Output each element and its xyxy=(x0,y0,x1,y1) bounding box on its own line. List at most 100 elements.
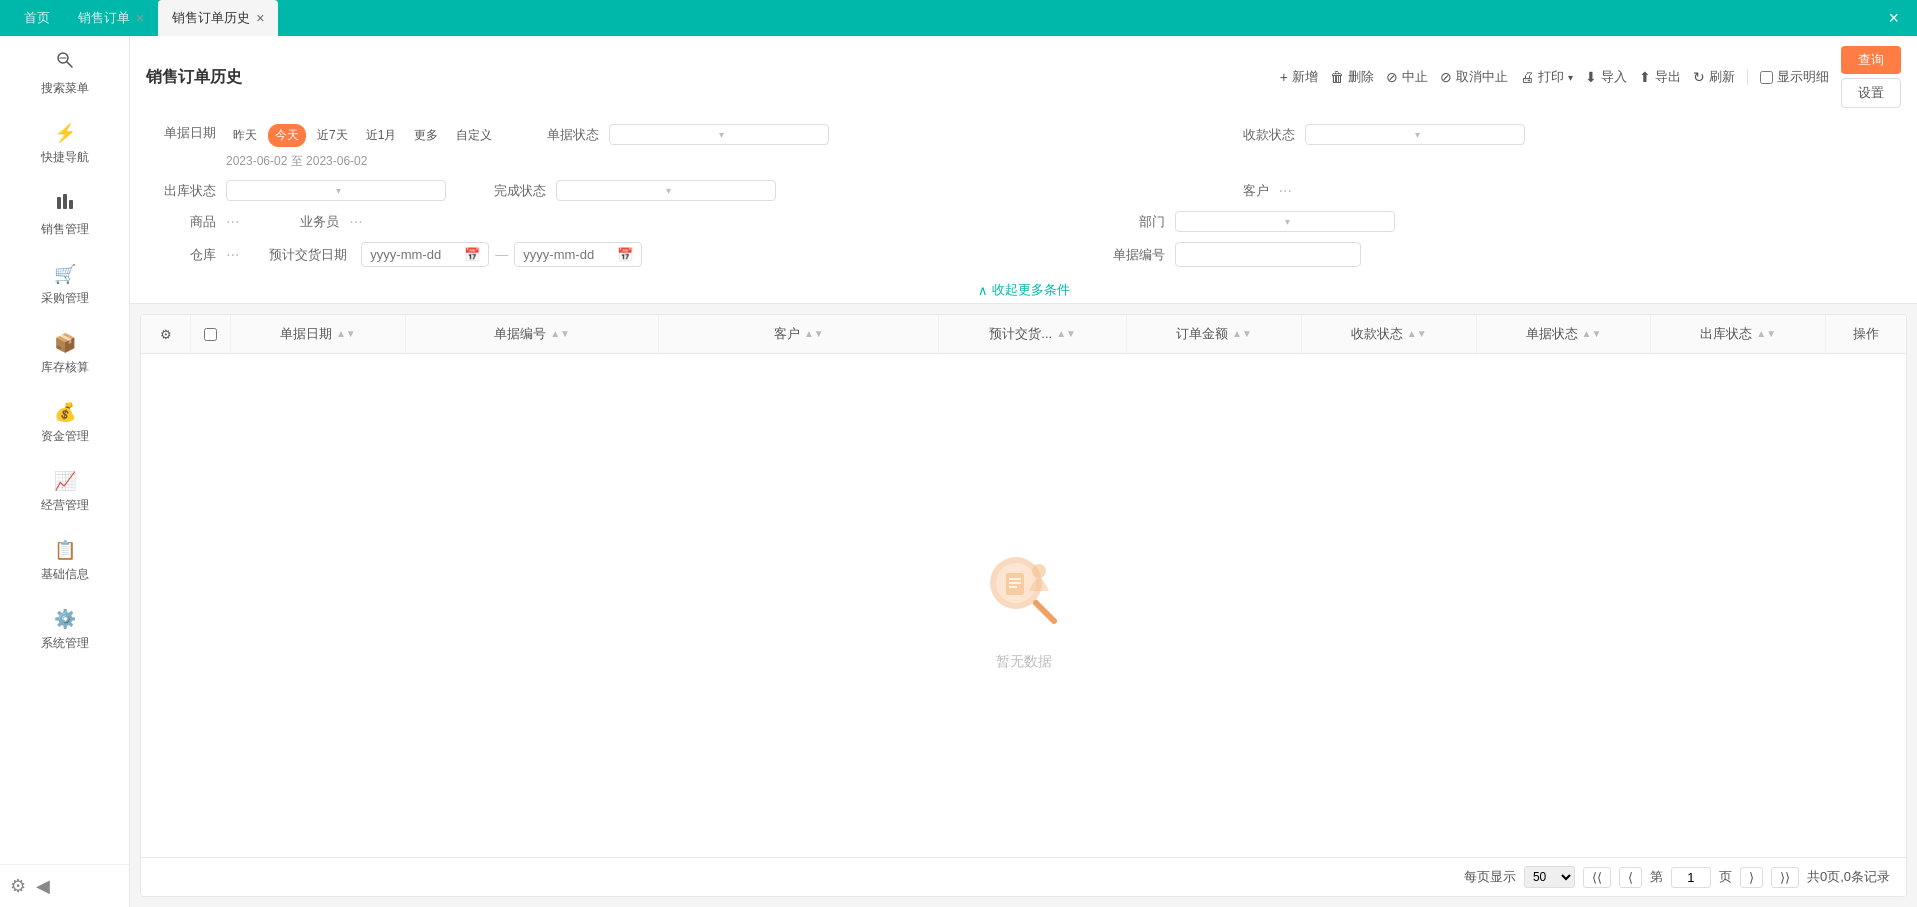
salesperson-label: 业务员 xyxy=(269,213,349,231)
bill-status-label: 单据状态 xyxy=(529,126,609,144)
customer-label: 客户 xyxy=(1199,182,1279,200)
sidebar-item-basic-info-label: 基础信息 xyxy=(41,566,89,583)
page-number-input[interactable] xyxy=(1671,867,1711,888)
tab-sales-order-close[interactable]: × xyxy=(136,10,144,26)
print-icon: 🖨 xyxy=(1520,69,1534,85)
th-pay-status[interactable]: 收款状态 ▲▼ xyxy=(1302,315,1477,353)
sidebar-item-inventory-label: 库存核算 xyxy=(41,359,89,376)
stop-btn[interactable]: ⊘ 中止 xyxy=(1386,68,1428,86)
date-separator: — xyxy=(495,247,508,262)
sidebar-collapse-icon[interactable]: ◀ xyxy=(36,875,50,897)
customer-picker[interactable]: ··· xyxy=(1279,182,1292,200)
th-amount[interactable]: 订单金额 ▲▼ xyxy=(1127,315,1302,353)
per-page-select[interactable]: 50 10 20 100 xyxy=(1524,866,1575,888)
sidebar-item-basic-info[interactable]: 📋 基础信息 xyxy=(0,525,129,594)
stop-icon: ⊘ xyxy=(1386,69,1398,85)
delivery-date-to-wrap[interactable]: 📅 xyxy=(514,242,642,267)
select-all-checkbox[interactable] xyxy=(204,328,217,341)
th-customer[interactable]: 客户 ▲▼ xyxy=(659,315,939,353)
cancel-stop-icon: ⊘ xyxy=(1440,69,1452,85)
warehouse-label: 仓库 xyxy=(146,246,226,264)
th-bill-status[interactable]: 单据状态 ▲▼ xyxy=(1477,315,1652,353)
search-menu-icon xyxy=(55,50,75,75)
date-btn-yesterday[interactable]: 昨天 xyxy=(226,124,264,147)
bill-status-select[interactable]: ▾ xyxy=(609,124,829,145)
bill-status-arrow-icon: ▾ xyxy=(719,129,820,140)
cancel-stop-btn[interactable]: ⊘ 取消中止 xyxy=(1440,68,1508,86)
export-btn[interactable]: ⬆ 导出 xyxy=(1639,68,1681,86)
out-status-arrow-icon: ▾ xyxy=(336,185,437,196)
th-date-label: 单据日期 xyxy=(280,325,332,343)
tab-sales-order[interactable]: 销售订单 × xyxy=(64,0,158,36)
page-title-row: 销售订单历史 + 新增 🗑 删除 ⊘ 中止 ⊘ xyxy=(146,46,1901,116)
display-detail-input[interactable] xyxy=(1760,71,1773,84)
purchase-mgmt-icon: 🛒 xyxy=(54,263,76,285)
empty-text: 暂无数据 xyxy=(996,653,1052,671)
sidebar-settings-icon[interactable]: ⚙ xyxy=(10,875,26,897)
import-icon: ⬇ xyxy=(1585,69,1597,85)
out-status-label: 出库状态 xyxy=(146,182,226,200)
svg-rect-3 xyxy=(57,197,61,209)
sidebar-item-search-menu[interactable]: 搜索菜单 xyxy=(0,36,129,108)
sidebar-item-system-mgmt[interactable]: ⚙️ 系统管理 xyxy=(0,594,129,663)
first-page-btn[interactable]: ⟨⟨ xyxy=(1583,867,1611,888)
sidebar-item-inventory[interactable]: 📦 库存核算 xyxy=(0,318,129,387)
display-detail-checkbox[interactable]: 显示明细 xyxy=(1760,68,1829,86)
delete-btn[interactable]: 🗑 删除 xyxy=(1330,68,1374,86)
refresh-btn[interactable]: ↻ 刷新 xyxy=(1693,68,1735,86)
th-check[interactable] xyxy=(191,315,231,353)
new-btn[interactable]: + 新增 xyxy=(1280,68,1318,86)
date-btn-today[interactable]: 今天 xyxy=(268,124,306,147)
sidebar-item-sales-mgmt[interactable]: 销售管理 xyxy=(0,177,129,249)
out-status-select[interactable]: ▾ xyxy=(226,180,446,201)
th-out-status[interactable]: 出库状态 ▲▼ xyxy=(1651,315,1826,353)
product-picker[interactable]: ··· xyxy=(226,213,239,231)
settings-btn[interactable]: 设置 xyxy=(1841,78,1901,108)
next-page-btn[interactable]: ⟩ xyxy=(1740,867,1763,888)
export-icon: ⬆ xyxy=(1639,69,1651,85)
filter-row-4: 仓库 ··· 预计交货日期 📅 — 📅 xyxy=(146,242,1901,267)
date-btn-1month[interactable]: 近1月 xyxy=(359,124,404,147)
print-btn[interactable]: 🖨 打印 ▾ xyxy=(1520,68,1573,86)
query-btn[interactable]: 查询 xyxy=(1841,46,1901,74)
sidebar-item-finance[interactable]: 💰 资金管理 xyxy=(0,387,129,456)
date-btn-more[interactable]: 更多 xyxy=(407,124,445,147)
th-amount-label: 订单金额 xyxy=(1176,325,1228,343)
import-btn[interactable]: ⬇ 导入 xyxy=(1585,68,1627,86)
date-btn-7days[interactable]: 近7天 xyxy=(310,124,355,147)
tab-sales-order-history[interactable]: 销售订单历史 × xyxy=(158,0,278,36)
pay-status-select[interactable]: ▾ xyxy=(1305,124,1525,145)
th-date[interactable]: 单据日期 ▲▼ xyxy=(231,315,406,353)
sidebar-item-sales-mgmt-label: 销售管理 xyxy=(41,221,89,238)
pay-status-label: 收款状态 xyxy=(1225,126,1305,144)
collapse-filter-btn[interactable]: ∧ 收起更多条件 xyxy=(146,277,1901,303)
department-select[interactable]: ▾ xyxy=(1175,211,1395,232)
sidebar-item-quick-nav[interactable]: ⚡ 快捷导航 xyxy=(0,108,129,177)
page-label-suffix: 页 xyxy=(1719,868,1732,886)
complete-status-select[interactable]: ▾ xyxy=(556,180,776,201)
th-operation-label: 操作 xyxy=(1853,325,1879,343)
date-btn-custom[interactable]: 自定义 xyxy=(449,124,499,147)
th-gear[interactable]: ⚙ xyxy=(141,315,191,353)
delivery-date-to-input[interactable] xyxy=(523,247,613,262)
window-close-btn[interactable]: × xyxy=(1880,8,1907,29)
finance-icon: 💰 xyxy=(54,401,76,423)
th-number[interactable]: 单据编号 ▲▼ xyxy=(406,315,660,353)
delivery-date-from-wrap[interactable]: 📅 xyxy=(361,242,489,267)
svg-rect-4 xyxy=(63,194,67,209)
prev-page-btn[interactable]: ⟨ xyxy=(1619,867,1642,888)
date-label: 单据日期 xyxy=(146,124,226,142)
calendar-to-icon: 📅 xyxy=(617,247,633,262)
salesperson-picker[interactable]: ··· xyxy=(349,213,362,231)
bill-number-input[interactable] xyxy=(1175,242,1361,267)
product-label: 商品 xyxy=(146,213,226,231)
last-page-btn[interactable]: ⟩⟩ xyxy=(1771,867,1799,888)
sort-pay-status-icon: ▲▼ xyxy=(1407,329,1427,339)
th-delivery[interactable]: 预计交货... ▲▼ xyxy=(939,315,1127,353)
delivery-date-from-input[interactable] xyxy=(370,247,460,262)
warehouse-picker[interactable]: ··· xyxy=(226,246,239,264)
tab-home[interactable]: 首页 xyxy=(10,0,64,36)
tab-sales-order-history-close[interactable]: × xyxy=(256,10,264,26)
sidebar-item-purchase-mgmt[interactable]: 🛒 采购管理 xyxy=(0,249,129,318)
sidebar-item-operation[interactable]: 📈 经营管理 xyxy=(0,456,129,525)
